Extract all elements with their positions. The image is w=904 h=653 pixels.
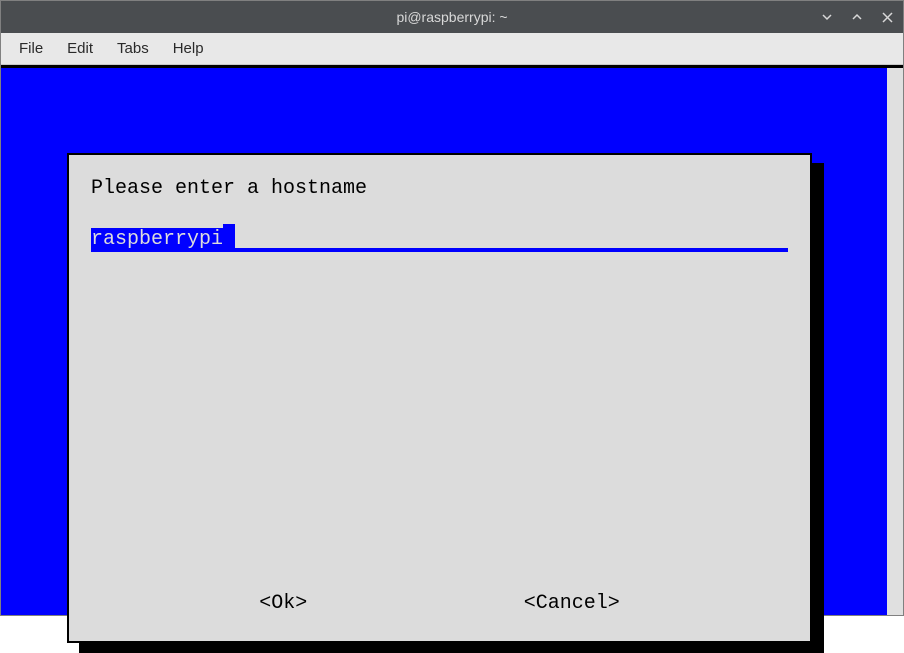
hostname-dialog: Please enter a hostname raspberrypi <Ok>… [67, 153, 812, 643]
dialog-button-row: <Ok> <Cancel> [91, 592, 788, 623]
dialog-prompt: Please enter a hostname [91, 177, 788, 200]
menu-help[interactable]: Help [163, 36, 214, 61]
menu-file[interactable]: File [9, 36, 53, 61]
vertical-scrollbar[interactable] [887, 68, 903, 615]
terminal-viewport: Please enter a hostname raspberrypi <Ok>… [1, 65, 903, 615]
window-controls [819, 9, 895, 25]
maximize-icon[interactable] [849, 9, 865, 25]
hostname-input-underline [223, 228, 788, 252]
ok-button[interactable]: <Ok> [259, 592, 307, 615]
hostname-input-value: raspberrypi [91, 228, 223, 252]
window-title: pi@raspberrypi: ~ [396, 9, 507, 25]
cancel-button[interactable]: <Cancel> [524, 592, 620, 615]
close-icon[interactable] [879, 9, 895, 25]
hostname-input[interactable]: raspberrypi [91, 228, 788, 252]
terminal-window: pi@raspberrypi: ~ File Edit Tabs Help Pl… [0, 0, 904, 616]
window-titlebar: pi@raspberrypi: ~ [1, 1, 903, 33]
menu-bar: File Edit Tabs Help [1, 33, 903, 65]
menu-tabs[interactable]: Tabs [107, 36, 159, 61]
menu-edit[interactable]: Edit [57, 36, 103, 61]
minimize-icon[interactable] [819, 9, 835, 25]
